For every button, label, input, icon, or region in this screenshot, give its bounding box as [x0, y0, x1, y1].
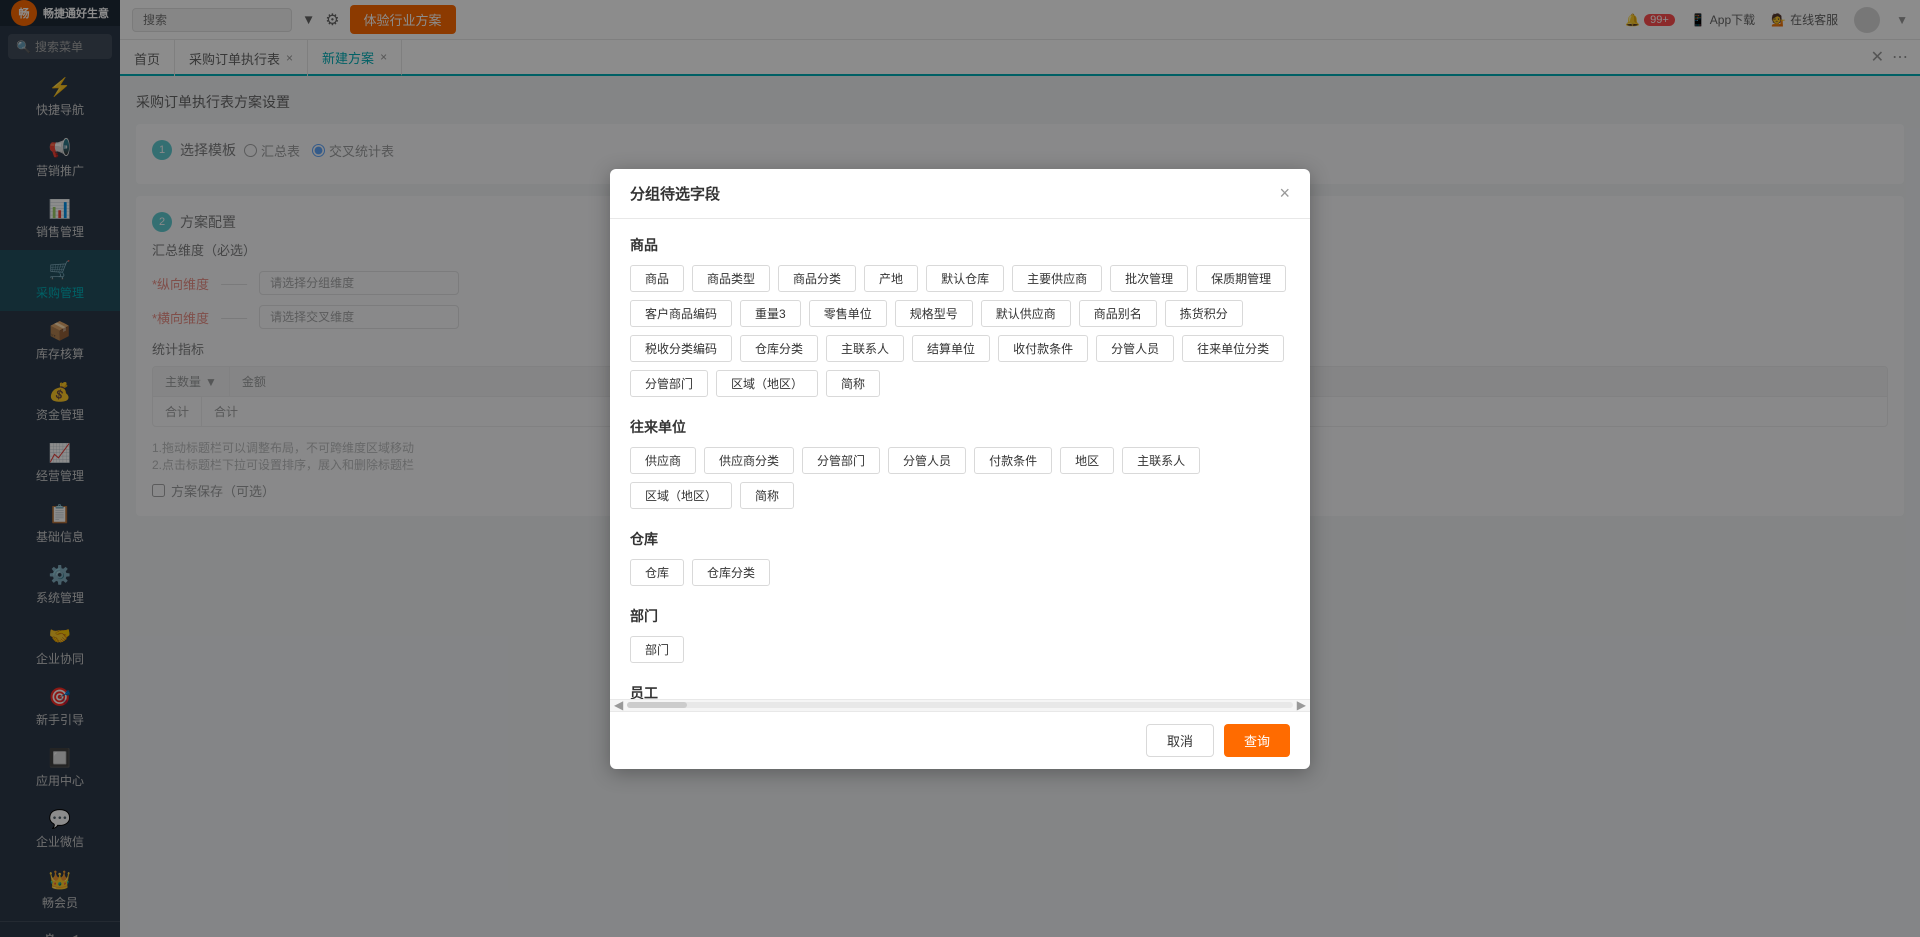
modal-footer: 取消 查询 — [610, 711, 1310, 769]
modal-header: 分组待选字段 × — [610, 169, 1310, 219]
field-tag-default-supplier[interactable]: 默认供应商 — [981, 300, 1071, 327]
field-group-goods-title: 商品 — [630, 235, 1290, 255]
modal-confirm-btn[interactable]: 查询 — [1224, 724, 1290, 757]
field-tag-goods-alias[interactable]: 商品别名 — [1079, 300, 1157, 327]
field-tag-goods-category[interactable]: 商品分类 — [778, 265, 856, 292]
field-tags-warehouse: 仓库 仓库分类 — [630, 559, 1290, 586]
field-tags-department: 部门 — [630, 636, 1290, 663]
field-tag-origin[interactable]: 产地 — [864, 265, 918, 292]
field-tag-cp-region[interactable]: 地区 — [1060, 447, 1114, 474]
field-tag-wh[interactable]: 仓库 — [630, 559, 684, 586]
field-group-counterparty: 往来单位 供应商 供应商分类 分管部门 分管人员 付款条件 地区 主联系人 区域… — [630, 417, 1290, 509]
field-tag-supplier[interactable]: 供应商 — [630, 447, 696, 474]
field-tag-spec-model[interactable]: 规格型号 — [895, 300, 973, 327]
field-tag-cp-person[interactable]: 分管人员 — [888, 447, 966, 474]
field-tag-cp-contact[interactable]: 主联系人 — [1122, 447, 1200, 474]
field-tag-warehouse-category[interactable]: 仓库分类 — [740, 335, 818, 362]
field-tag-weight3[interactable]: 重量3 — [740, 300, 801, 327]
modal-hscroll[interactable]: ◀ ▶ — [610, 699, 1310, 711]
field-group-counterparty-title: 往来单位 — [630, 417, 1290, 437]
field-tag-tax-code[interactable]: 税收分类编码 — [630, 335, 732, 362]
modal-cancel-btn[interactable]: 取消 — [1146, 724, 1214, 757]
modal-close-btn[interactable]: × — [1279, 183, 1290, 204]
field-tag-supervisor[interactable]: 分管人员 — [1096, 335, 1174, 362]
field-tag-region[interactable]: 区域（地区） — [716, 370, 818, 397]
field-tag-settlement-unit[interactable]: 结算单位 — [912, 335, 990, 362]
field-tags-goods: 商品 商品类型 商品分类 产地 默认仓库 主要供应商 批次管理 保质期管理 客户… — [630, 265, 1290, 397]
field-tag-counterparty-cat[interactable]: 往来单位分类 — [1182, 335, 1284, 362]
field-tag-cp-payment[interactable]: 付款条件 — [974, 447, 1052, 474]
modal-title: 分组待选字段 — [630, 183, 720, 204]
field-tag-abbr[interactable]: 简称 — [826, 370, 880, 397]
field-group-staff: 员工 业务员 — [630, 683, 1290, 699]
field-tag-goods[interactable]: 商品 — [630, 265, 684, 292]
field-group-department-title: 部门 — [630, 606, 1290, 626]
field-tag-pick-points[interactable]: 拣货积分 — [1165, 300, 1243, 327]
field-group-staff-title: 员工 — [630, 683, 1290, 699]
field-tags-counterparty: 供应商 供应商分类 分管部门 分管人员 付款条件 地区 主联系人 区域（地区） … — [630, 447, 1290, 509]
field-tag-shelf-life[interactable]: 保质期管理 — [1196, 265, 1286, 292]
hscroll-track[interactable] — [627, 702, 1293, 708]
field-select-modal: 分组待选字段 × 商品 商品 商品类型 商品分类 产地 默认仓库 主要供应商 批… — [610, 169, 1310, 769]
field-tag-default-warehouse[interactable]: 默认仓库 — [926, 265, 1004, 292]
hscroll-thumb[interactable] — [627, 702, 687, 708]
field-tag-dept[interactable]: 部门 — [630, 636, 684, 663]
modal-overlay: 分组待选字段 × 商品 商品 商品类型 商品分类 产地 默认仓库 主要供应商 批… — [0, 0, 1920, 937]
field-tag-cp-abbr[interactable]: 简称 — [740, 482, 794, 509]
field-tag-batch-manage[interactable]: 批次管理 — [1110, 265, 1188, 292]
field-tag-payment-terms[interactable]: 收付款条件 — [998, 335, 1088, 362]
field-tag-wh-cat[interactable]: 仓库分类 — [692, 559, 770, 586]
field-tag-main-supplier[interactable]: 主要供应商 — [1012, 265, 1102, 292]
field-tag-retail-unit[interactable]: 零售单位 — [809, 300, 887, 327]
field-tag-cp-area[interactable]: 区域（地区） — [630, 482, 732, 509]
field-tag-cp-dept[interactable]: 分管部门 — [802, 447, 880, 474]
field-group-goods: 商品 商品 商品类型 商品分类 产地 默认仓库 主要供应商 批次管理 保质期管理… — [630, 235, 1290, 397]
field-tag-supplier-cat[interactable]: 供应商分类 — [704, 447, 794, 474]
field-tag-customer-code[interactable]: 客户商品编码 — [630, 300, 732, 327]
field-tag-dept-managed[interactable]: 分管部门 — [630, 370, 708, 397]
modal-body[interactable]: 商品 商品 商品类型 商品分类 产地 默认仓库 主要供应商 批次管理 保质期管理… — [610, 219, 1310, 699]
field-group-warehouse: 仓库 仓库 仓库分类 — [630, 529, 1290, 586]
field-tag-goods-type[interactable]: 商品类型 — [692, 265, 770, 292]
field-tag-main-contact[interactable]: 主联系人 — [826, 335, 904, 362]
field-group-department: 部门 部门 — [630, 606, 1290, 663]
field-group-warehouse-title: 仓库 — [630, 529, 1290, 549]
